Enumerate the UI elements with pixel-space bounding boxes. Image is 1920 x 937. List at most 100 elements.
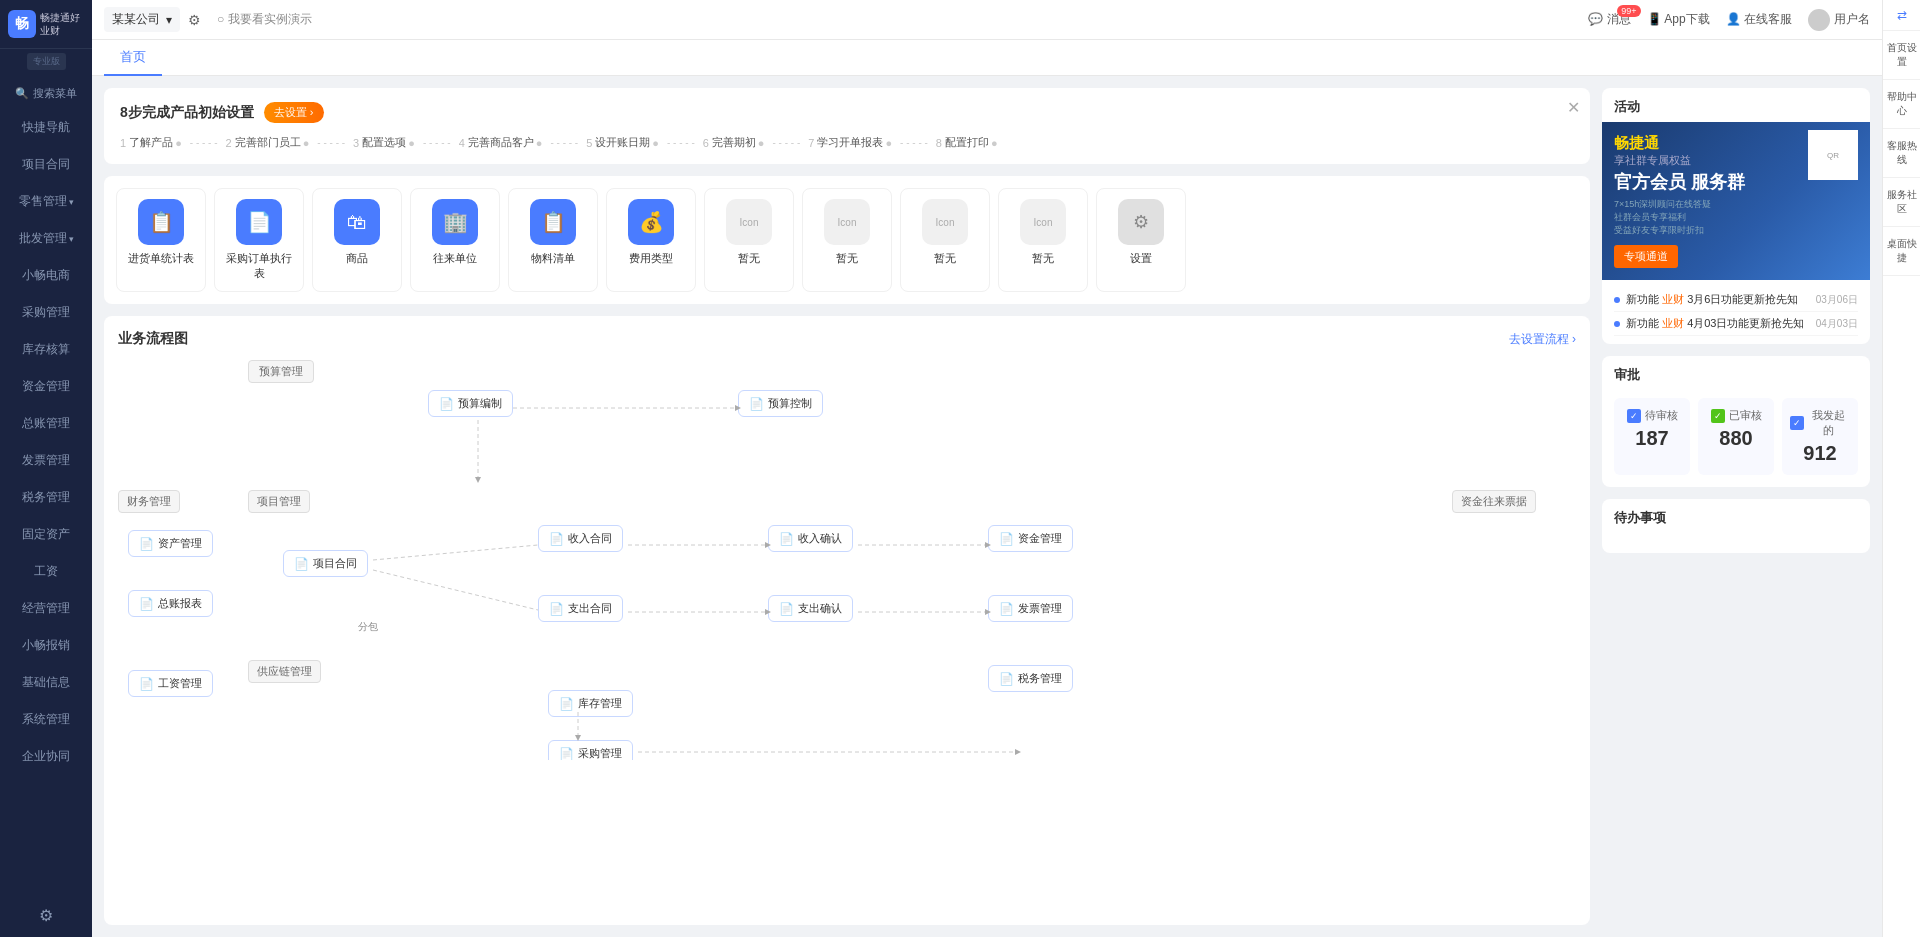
box-gongzi[interactable]: 📄 工资管理 [128,670,213,697]
step-5[interactable]: 5 设开账日期 ● [586,135,659,150]
doc-icon: 📄 [749,397,764,411]
quick-icon-wuliao[interactable]: 📋 物料清单 [508,188,598,292]
app-download-button[interactable]: 📱 App下载 [1647,11,1710,28]
sidebar-item-lingshou[interactable]: 零售管理 ▾ [0,183,92,220]
quick-icon-zan1[interactable]: Icon 暂无 [704,188,794,292]
topbar: 某某公司 ▾ ⚙ 我要看实例演示 💬 消息 99+ 📱 App下载 👤 在线客服 [92,0,1882,40]
zan4-icon: Icon [1020,199,1066,245]
sidebar-settings-icon[interactable]: ⚙ [0,894,92,937]
sidebar-item-pifa[interactable]: 批发管理 ▾ [0,220,92,257]
notice-2[interactable]: 新功能 业财 4月03日功能更新抢先知 04月03日 [1614,312,1858,336]
company-selector[interactable]: 某某公司 ▾ [104,7,180,32]
content-area: 8步完成产品初始设置 去设置 › 1 了解产品 ● - - - - - 2 完善… [92,76,1882,937]
approval-pending[interactable]: ✓ 待审核 187 [1614,398,1690,475]
right-sidebar-service[interactable]: 客服热线 [1883,129,1920,178]
sidebar-item-zijin[interactable]: 资金管理 [0,368,92,405]
step-1[interactable]: 1 了解产品 ● [120,135,182,150]
box-label: 发票管理 [1018,601,1062,616]
wanglai-label: 往来单位 [433,251,477,266]
pending-title: 待办事项 [1602,499,1870,533]
setup-goto-button[interactable]: 去设置 › [264,102,324,123]
sidebar-item-xitong[interactable]: 系统管理 [0,701,92,738]
box-xiangmu-hetong[interactable]: 📄 项目合同 [283,550,368,577]
approval-done-label: ✓ 已审核 [1706,408,1766,423]
sidebar-item-baoxiao[interactable]: 小畅报销 [0,627,92,664]
box-zijin-guanli[interactable]: 📄 资金管理 [988,525,1073,552]
quick-icon-shangpin[interactable]: 🛍 商品 [312,188,402,292]
sidebar-item-caigou[interactable]: 采购管理 [0,294,92,331]
box-shouru-queren[interactable]: 📄 收入确认 [768,525,853,552]
search-menu[interactable]: 🔍 搜索菜单 [0,78,92,109]
jinhuodan-icon: 📋 [138,199,184,245]
topbar-settings-icon[interactable]: ⚙ [188,12,201,28]
quick-icon-caigoudan[interactable]: 📄 采购订单执行表 [214,188,304,292]
quick-icon-jinhuodan[interactable]: 📋 进货单统计表 [116,188,206,292]
notice-dot [1614,321,1620,327]
right-sidebar-home-set[interactable]: 首页设置 [1883,31,1920,80]
quick-icon-shezhi[interactable]: ⚙ 设置 [1096,188,1186,292]
right-sidebar-expand[interactable]: ⇄ [1883,0,1920,31]
sidebar-item-fapiao[interactable]: 发票管理 [0,442,92,479]
right-sidebar-community[interactable]: 服务社区 [1883,178,1920,227]
box-zongzhang[interactable]: 📄 总账报表 [128,590,213,617]
approval-done[interactable]: ✓ 已审核 880 [1698,398,1774,475]
sidebar-item-kuaijie[interactable]: 快捷导航 [0,109,92,146]
quick-icon-wanglai[interactable]: 🏢 往来单位 [410,188,500,292]
step-3[interactable]: 3 配置选项 ● [353,135,415,150]
sidebar-item-jingying[interactable]: 经营管理 [0,590,92,627]
sidebar-item-gongzi[interactable]: 工资 [0,553,92,590]
sidebar-item-kucun[interactable]: 库存核算 [0,331,92,368]
user-menu[interactable]: 用户名 [1808,9,1870,31]
sidebar-item-xiaochang[interactable]: 小畅电商 [0,257,92,294]
step-2[interactable]: 2 完善部门员工 ● [226,135,310,150]
quick-icon-zan4[interactable]: Icon 暂无 [998,188,1088,292]
section-xiangmu: 项目管理 [248,490,310,513]
fenbao-label: 分包 [358,620,378,634]
step-6-num: 6 [703,137,709,149]
box-kucun-guanli[interactable]: 📄 库存管理 [548,690,633,717]
approval-pending-label: ✓ 待审核 [1622,408,1682,423]
step-7[interactable]: 7 学习开单报表 ● [808,135,892,150]
flow-settings-link[interactable]: 去设置流程 › [1509,331,1576,348]
step-3-text: 配置选项 [362,135,406,150]
notice-date-2: 04月03日 [1816,317,1858,331]
message-badge: 99+ [1617,5,1640,17]
svg-line-1 [373,545,538,560]
activity-btn[interactable]: 专项通道 [1614,245,1678,268]
step-4[interactable]: 4 完善商品客户 ● [459,135,543,150]
notice-1[interactable]: 新功能 业财 3月6日功能更新抢先知 03月06日 [1614,288,1858,312]
caigoudan-label: 采购订单执行表 [221,251,297,281]
box-shuiwu-guanli[interactable]: 📄 税务管理 [988,665,1073,692]
online-service-button[interactable]: 👤 在线客服 [1726,11,1792,28]
right-sidebar-desktop[interactable]: 桌面快捷 [1883,227,1920,276]
done-count: 880 [1706,427,1766,450]
sidebar-item-jichu[interactable]: 基础信息 [0,664,92,701]
right-sidebar-help[interactable]: 帮助中心 [1883,80,1920,129]
box-fapiao-guanli[interactable]: 📄 发票管理 [988,595,1073,622]
tab-home[interactable]: 首页 [104,40,162,76]
box-zhichu-queren[interactable]: 📄 支出确认 [768,595,853,622]
approval-card: 审批 ✓ 待审核 187 ✓ 已审核 880 [1602,356,1870,487]
step-6[interactable]: 6 完善期初 ● [703,135,765,150]
sidebar-item-gudingzichan[interactable]: 固定资产 [0,516,92,553]
message-button[interactable]: 💬 消息 99+ [1588,11,1630,28]
box-yusuan-zhizhi[interactable]: 📄 预算编制 [428,390,513,417]
sidebar-item-qiye[interactable]: 企业协同 [0,738,92,775]
quick-icon-zan2[interactable]: Icon 暂无 [802,188,892,292]
step-8[interactable]: 8 配置打印 ● [936,135,998,150]
box-caigou-guanli[interactable]: 📄 采购管理 [548,740,633,760]
setup-close-button[interactable]: ✕ [1567,98,1580,117]
box-yusuan-kongzhi[interactable]: 📄 预算控制 [738,390,823,417]
sidebar-item-xiangmu[interactable]: 项目合同 [0,146,92,183]
box-zichan[interactable]: 📄 资产管理 [128,530,213,557]
box-shouru-hetong[interactable]: 📄 收入合同 [538,525,623,552]
box-zhichu-hetong[interactable]: 📄 支出合同 [538,595,623,622]
sidebar-item-zongzhang[interactable]: 总账管理 [0,405,92,442]
sidebar-item-shuiwu[interactable]: 税务管理 [0,479,92,516]
demo-link[interactable]: 我要看实例演示 [217,11,312,28]
right-sidebar: ⇄ 首页设置 帮助中心 客服热线 服务社区 桌面快捷 [1882,0,1920,937]
sidebar-item-label: 零售管理 [19,193,67,210]
approval-mine[interactable]: ✓ 我发起的 912 [1782,398,1858,475]
quick-icon-zan3[interactable]: Icon 暂无 [900,188,990,292]
quick-icon-feiyong[interactable]: 💰 费用类型 [606,188,696,292]
